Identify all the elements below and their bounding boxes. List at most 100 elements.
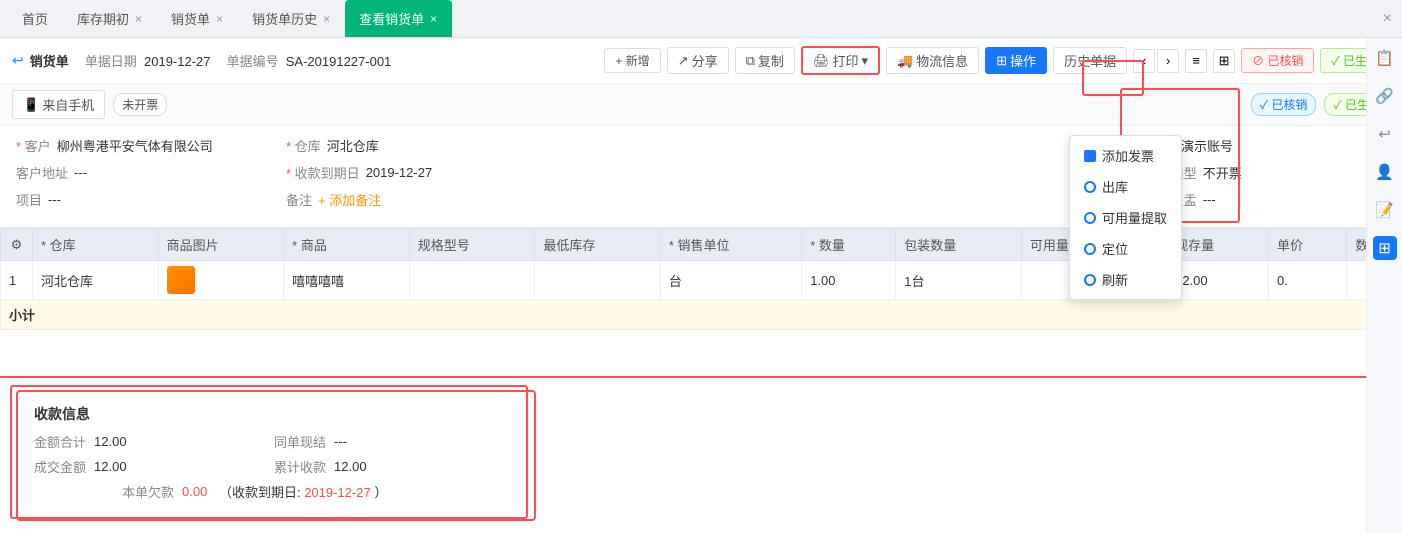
col-settings[interactable]: ⚙ [1, 229, 33, 261]
row-warehouse: 河北仓库 [33, 261, 159, 300]
history-button[interactable]: 历史单据 [1053, 47, 1127, 74]
row-price: 0. [1269, 261, 1347, 300]
view-grid-button[interactable]: ⊞ [1213, 49, 1235, 73]
tab-sales-history-close[interactable]: × [323, 12, 330, 26]
logistics-button[interactable]: 🚚 物流信息 [886, 47, 979, 74]
row-sales-unit: 台 [660, 261, 801, 300]
confirm-tag: ✓ 已核销 [1251, 93, 1317, 116]
due-date-label: 收款到期日 [286, 163, 360, 182]
side-icon-link[interactable]: 🔗 [1373, 84, 1397, 108]
row-pack-qty: 1台 [896, 261, 1022, 300]
total-value: 12.00 [94, 434, 127, 449]
action-row: 📱 来自手机 未开票 ✓ 已核销 ✓ 已生效 [0, 84, 1402, 126]
tab-sales[interactable]: 销货单 × [157, 0, 238, 37]
doc-no: 单据编号 SA-20191227-001 [227, 51, 392, 70]
copy-button[interactable]: ⧉ 复制 [735, 47, 795, 74]
side-icon-return[interactable]: ↩ [1373, 122, 1397, 146]
available-qty-icon [1084, 212, 1096, 224]
refresh-label: 刷新 [1102, 270, 1128, 289]
nav-prev-button[interactable]: ‹ [1133, 49, 1155, 73]
customer-value: 柳州粤港平安气体有限公司 [57, 136, 213, 155]
sales-person-value: --- [1203, 192, 1216, 207]
date-label: 单据日期 2019-12-27 [85, 51, 211, 70]
outbound-label: 出库 [1102, 177, 1128, 196]
tab-bar: 首页 库存期初 × 销货单 × 销货单历史 × 查看销货单 × × [0, 0, 1402, 38]
outbound-item[interactable]: 出库 [1070, 171, 1181, 202]
new-button[interactable]: + 新增 [604, 48, 660, 73]
subtotal-label: 小计 [1, 300, 1402, 330]
cumulative-collection-value: 12.00 [334, 459, 367, 474]
side-icon-clipboard[interactable]: 📋 [1373, 46, 1397, 70]
due-date-field: 收款到期日 2019-12-27 [286, 163, 536, 182]
add-invoice-item[interactable]: 添加发票 [1070, 140, 1181, 171]
col-product-img: 商品图片 [158, 229, 284, 261]
operate-button[interactable]: ⊞ 操作 [985, 47, 1047, 74]
share-button[interactable]: ↗ 分享 [667, 47, 729, 74]
col-pack-qty: 包装数量 [896, 229, 1022, 261]
product-thumbnail [167, 266, 195, 294]
tab-view-sales-close[interactable]: × [430, 12, 437, 26]
single-settlement-label: 同单现结 [274, 432, 326, 451]
due-date-value: 2019-12-27 [366, 165, 433, 180]
cumulative-collection-field: 累计收款 12.00 [274, 457, 474, 476]
available-qty-label: 可用量提取 [1102, 208, 1167, 227]
header-row: ↩ 销货单 单据日期 2019-12-27 单据编号 SA-20191227-0… [0, 38, 1402, 84]
refresh-item[interactable]: 刷新 [1070, 264, 1181, 295]
products-table: ⚙ * 仓库 商品图片 * 商品 规格型号 最低库存 * 销售单位 * 数量 包… [0, 228, 1402, 330]
doc-no-label-text: 单据编号 [227, 54, 279, 69]
not-open-tag: 未开票 [113, 93, 167, 116]
doc-meta: 单据日期 2019-12-27 单据编号 SA-20191227-001 [85, 51, 605, 70]
payment-row-2: 成交金额 12.00 累计收款 12.00 [34, 457, 518, 476]
outstanding-date: 2019-12-27 [304, 485, 371, 500]
bottom-area: 收款信息 金额合计 12.00 同单现结 --- 成交金额 12.00 累计收款 [0, 376, 1402, 533]
side-icon-user[interactable]: 👤 [1373, 160, 1397, 184]
date-value: 2019-12-27 [144, 54, 211, 69]
view-list-button[interactable]: ≡ [1185, 49, 1207, 73]
share-icon: ↗ [678, 53, 689, 69]
cumulative-collection-label: 累计收款 [274, 457, 326, 476]
doc-title: 销货单 [30, 51, 69, 70]
warehouse-value: 河北仓库 [327, 136, 379, 155]
project-value: --- [48, 192, 61, 207]
outstanding-note: （收款到期日: 2019-12-27 ） [215, 482, 387, 501]
tab-sales-history-label: 销货单历史 [252, 9, 317, 28]
locate-icon [1084, 243, 1096, 255]
outbound-icon [1084, 181, 1096, 193]
nav-next-button[interactable]: › [1157, 49, 1179, 73]
toolbar: + 新增 ↗ 分享 ⧉ 复制 🖨 打印 ▾ 🚚 物流信息 ⊞ 操作 [604, 46, 1390, 75]
outstanding-field: 本单欠款 0.00 （收款到期日: 2019-12-27 ） [34, 482, 474, 501]
date-label-text: 单据日期 [85, 54, 137, 69]
tab-inventory-close[interactable]: × [135, 12, 142, 26]
truck-icon: 🚚 [897, 53, 913, 69]
main-content: ↩ 销货单 单据日期 2019-12-27 单据编号 SA-20191227-0… [0, 38, 1402, 533]
single-settlement-value: --- [334, 434, 347, 449]
from-mobile-button[interactable]: 📱 来自手机 [12, 90, 105, 119]
print-icon: 🖨 [813, 53, 830, 69]
tab-inventory[interactable]: 库存期初 × [63, 0, 157, 37]
tab-home-label: 首页 [22, 9, 48, 28]
add-note-button[interactable]: + 添加备注 [318, 190, 381, 209]
address-label: 客户地址 [16, 163, 68, 182]
window-close-button[interactable]: × [1383, 10, 1392, 28]
tab-sales-close[interactable]: × [216, 12, 223, 26]
cancelled-button[interactable]: ⊘ 已核销 [1241, 48, 1314, 73]
tab-view-sales[interactable]: 查看销货单 × [345, 0, 452, 37]
table-header-row: ⚙ * 仓库 商品图片 * 商品 规格型号 最低库存 * 销售单位 * 数量 包… [1, 229, 1402, 261]
side-icon-expand[interactable]: ⊞ [1373, 236, 1397, 260]
note-label: 备注 [286, 190, 312, 209]
project-field: 项目 --- [16, 190, 266, 209]
tab-sales-history[interactable]: 销货单历史 × [238, 0, 345, 37]
doc-icon: ↩ [12, 52, 24, 69]
single-settlement-field: 同单现结 --- [274, 432, 474, 451]
print-button[interactable]: 🖨 打印 ▾ [801, 46, 880, 75]
ticket-type-value: 不开票 [1203, 163, 1242, 182]
outstanding-label: 本单欠款 [122, 482, 174, 501]
locate-item[interactable]: 定位 [1070, 233, 1181, 264]
subtotal-row: 小计 [1, 300, 1402, 330]
side-icon-note[interactable]: 📝 [1373, 198, 1397, 222]
col-spec: 规格型号 [409, 229, 535, 261]
address-field: 客户地址 --- [16, 163, 266, 182]
payment-row-1: 金额合计 12.00 同单现结 --- [34, 432, 518, 451]
tab-home[interactable]: 首页 [8, 0, 63, 37]
available-qty-item[interactable]: 可用量提取 [1070, 202, 1181, 233]
